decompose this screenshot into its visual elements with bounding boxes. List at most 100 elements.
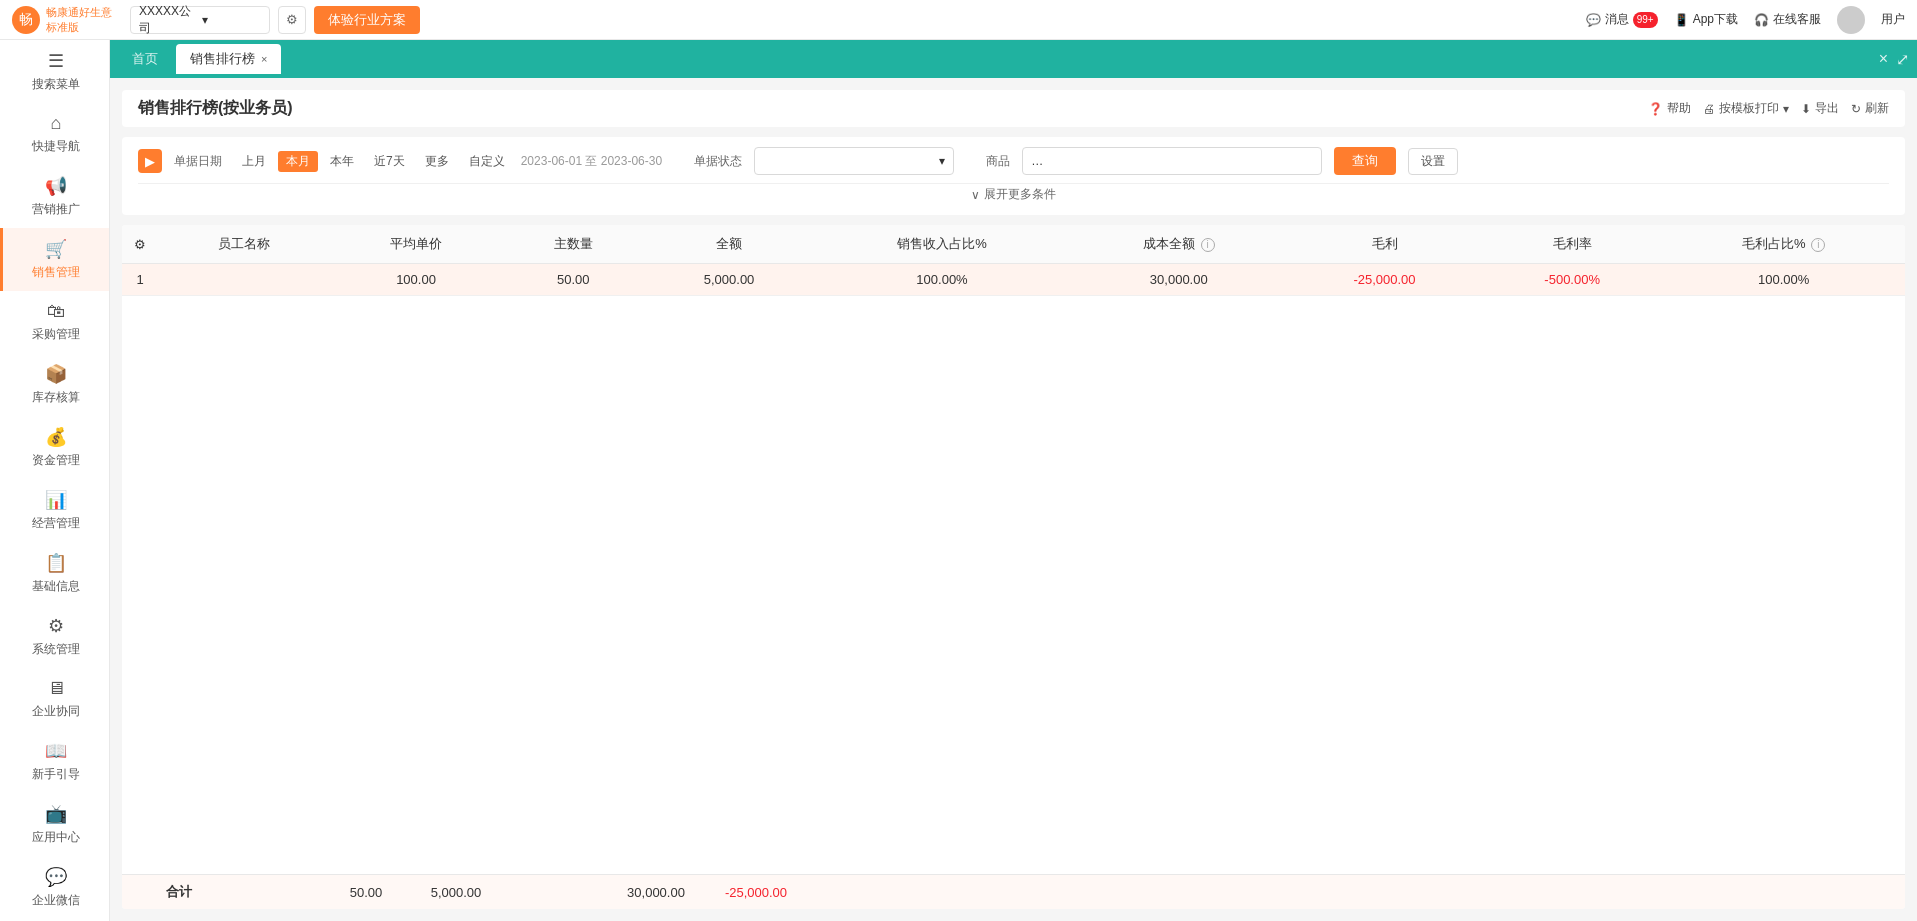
table-header-row: ⚙ 员工名称 平均单价 主数量 全额 销售收入占比% 成本全额 i 毛利 毛利率… [122, 225, 1905, 264]
sidebar-item-collab[interactable]: 🖥 企业协同 [0, 668, 109, 730]
filter-collapse-button[interactable]: ▶ [138, 149, 162, 173]
th-name: 员工名称 [158, 225, 330, 264]
sales-table: ⚙ 员工名称 平均单价 主数量 全额 销售收入占比% 成本全额 i 毛利 毛利率… [122, 225, 1905, 296]
sidebar-item-sales[interactable]: 🛒 销售管理 [0, 228, 109, 291]
footer-total-label: 合计 [166, 883, 246, 901]
date-tab-last-month[interactable]: 上月 [234, 151, 274, 172]
footer-quantity: 50.00 [326, 885, 406, 900]
sidebar-item-search[interactable]: ☰ 搜索菜单 [0, 40, 109, 103]
footer-amount: 5,000.00 [406, 885, 506, 900]
sidebar-item-finance[interactable]: 💰 资金管理 [0, 416, 109, 479]
window-expand-button[interactable]: ⤢ [1896, 50, 1909, 69]
date-tab-this-month[interactable]: 本月 [278, 151, 318, 172]
date-tabs: 上月 本月 本年 近7天 更多 自定义 2023-06-01 至 2023-06… [234, 151, 662, 172]
cell-gross-rate: -500.00% [1482, 264, 1662, 296]
export-button[interactable]: ⬇ 导出 [1801, 100, 1839, 117]
content-area: 首页 销售排行榜 × × ⤢ 销售排行榜(按业务员) ❓ 帮助 [110, 40, 1917, 921]
refresh-button[interactable]: ↻ 刷新 [1851, 100, 1889, 117]
home-icon: ⌂ [51, 113, 62, 134]
expand-chevron-icon: ∨ [971, 188, 980, 202]
sidebar-item-nav[interactable]: ⌂ 快捷导航 [0, 103, 109, 165]
management-icon: 📊 [45, 489, 67, 511]
sidebar-item-system[interactable]: ⚙ 系统管理 [0, 605, 109, 668]
filter-row-1: ▶ 单据日期 上月 本月 本年 近7天 更多 自定义 2023-06-01 至 … [138, 147, 1889, 175]
inventory-icon: 📦 [45, 363, 67, 385]
th-amount: 全额 [645, 225, 814, 264]
cost-info-icon[interactable]: i [1201, 238, 1215, 252]
message-button[interactable]: 💬 消息 99+ [1586, 11, 1658, 28]
date-tab-custom[interactable]: 自定义 [461, 151, 513, 172]
table-container: ⚙ 员工名称 平均单价 主数量 全额 销售收入占比% 成本全额 i 毛利 毛利率… [122, 225, 1905, 909]
th-gross-pct: 毛利占比% i [1662, 225, 1905, 264]
page-actions: ❓ 帮助 🖨 按模板打印 ▾ ⬇ 导出 ↻ 刷新 [1648, 100, 1889, 117]
tab-bar: 首页 销售排行榜 × × ⤢ [110, 40, 1917, 78]
gear-icon: ⚙ [286, 12, 298, 27]
settings-button[interactable]: ⚙ [278, 6, 306, 34]
status-chevron-icon: ▾ [939, 154, 945, 168]
export-icon: ⬇ [1801, 102, 1811, 116]
date-tab-7days[interactable]: 近7天 [366, 151, 413, 172]
system-icon: ⚙ [48, 615, 64, 637]
table-empty-space [122, 296, 1905, 874]
print-button[interactable]: 🖨 按模板打印 ▾ [1703, 100, 1789, 117]
logo-area: 畅 畅康通好生意 标准版 [12, 5, 122, 34]
table-footer: 合计 50.00 5,000.00 30,000.00 -25,000.00 [122, 874, 1905, 909]
goods-select[interactable]: … [1022, 147, 1322, 175]
wechat-icon: 💬 [45, 866, 67, 888]
guide-icon: 📖 [45, 740, 67, 762]
sidebar-item-guide[interactable]: 📖 新手引导 [0, 730, 109, 793]
sidebar: ☰ 搜索菜单 ⌂ 快捷导航 📢 营销推广 🛒 销售管理 🛍 采购管理 📦 库存核… [0, 40, 110, 921]
download-icon: 📱 [1674, 13, 1689, 27]
tab-home[interactable]: 首页 [118, 44, 172, 74]
sidebar-item-wechat[interactable]: 💬 企业微信 [0, 856, 109, 919]
tab-close-icon[interactable]: × [261, 53, 267, 65]
message-icon: 💬 [1586, 13, 1601, 27]
page-content: 销售排行榜(按业务员) ❓ 帮助 🖨 按模板打印 ▾ ⬇ 导出 [110, 78, 1917, 921]
status-select[interactable]: ▾ [754, 147, 954, 175]
cell-avg-price: 100.00 [330, 264, 502, 296]
refresh-icon: ↻ [1851, 102, 1861, 116]
date-tab-this-year[interactable]: 本年 [322, 151, 362, 172]
date-label: 单据日期 [174, 153, 222, 170]
tab-sales-ranking[interactable]: 销售排行榜 × [176, 44, 281, 74]
finance-icon: 💰 [45, 426, 67, 448]
print-icon: 🖨 [1703, 102, 1715, 116]
sidebar-item-basic-info[interactable]: 📋 基础信息 [0, 542, 109, 605]
filter-bar: ▶ 单据日期 上月 本月 本年 近7天 更多 自定义 2023-06-01 至 … [122, 137, 1905, 215]
sidebar-item-purchase[interactable]: 🛍 采购管理 [0, 291, 109, 353]
expand-row[interactable]: ∨ 展开更多条件 [138, 183, 1889, 205]
message-badge: 99+ [1633, 12, 1658, 28]
cell-gross: -25,000.00 [1287, 264, 1482, 296]
print-chevron-icon: ▾ [1783, 102, 1789, 116]
date-tab-more[interactable]: 更多 [417, 151, 457, 172]
search-menu-icon: ☰ [48, 50, 64, 72]
sidebar-item-management[interactable]: 📊 经营管理 [0, 479, 109, 542]
table-body: 1 100.00 50.00 5,000.00 100.00% 30,000.0… [122, 264, 1905, 296]
th-sales-pct: 销售收入占比% [814, 225, 1071, 264]
window-close-button[interactable]: × [1879, 50, 1888, 69]
sidebar-item-inventory[interactable]: 📦 库存核算 [0, 353, 109, 416]
settings-button-filter[interactable]: 设置 [1408, 148, 1458, 175]
cell-cost: 30,000.00 [1071, 264, 1287, 296]
page-title: 销售排行榜(按业务员) [138, 98, 293, 119]
help-icon: ❓ [1648, 102, 1663, 116]
company-selector[interactable]: XXXXX公司 ▾ [130, 6, 270, 34]
th-quantity: 主数量 [502, 225, 645, 264]
help-button[interactable]: ❓ 帮助 [1648, 100, 1691, 117]
basic-info-icon: 📋 [45, 552, 67, 574]
avatar[interactable] [1837, 6, 1865, 34]
marketing-icon: 📢 [45, 175, 67, 197]
app-download-button[interactable]: 📱 App下载 [1674, 11, 1738, 28]
th-gross-rate: 毛利率 [1482, 225, 1662, 264]
th-settings[interactable]: ⚙ [122, 225, 158, 264]
sidebar-item-app-center[interactable]: 📺 应用中心 [0, 793, 109, 856]
sidebar-item-marketing[interactable]: 📢 营销推广 [0, 165, 109, 228]
collab-icon: 🖥 [47, 678, 65, 699]
logo-icon: 畅 [12, 6, 40, 34]
trial-button[interactable]: 体验行业方案 [314, 6, 420, 34]
sales-icon: 🛒 [45, 238, 67, 260]
cell-gross-pct: 100.00% [1662, 264, 1905, 296]
online-service-button[interactable]: 🎧 在线客服 [1754, 11, 1821, 28]
gross-pct-info-icon[interactable]: i [1811, 238, 1825, 252]
query-button[interactable]: 查询 [1334, 147, 1396, 175]
